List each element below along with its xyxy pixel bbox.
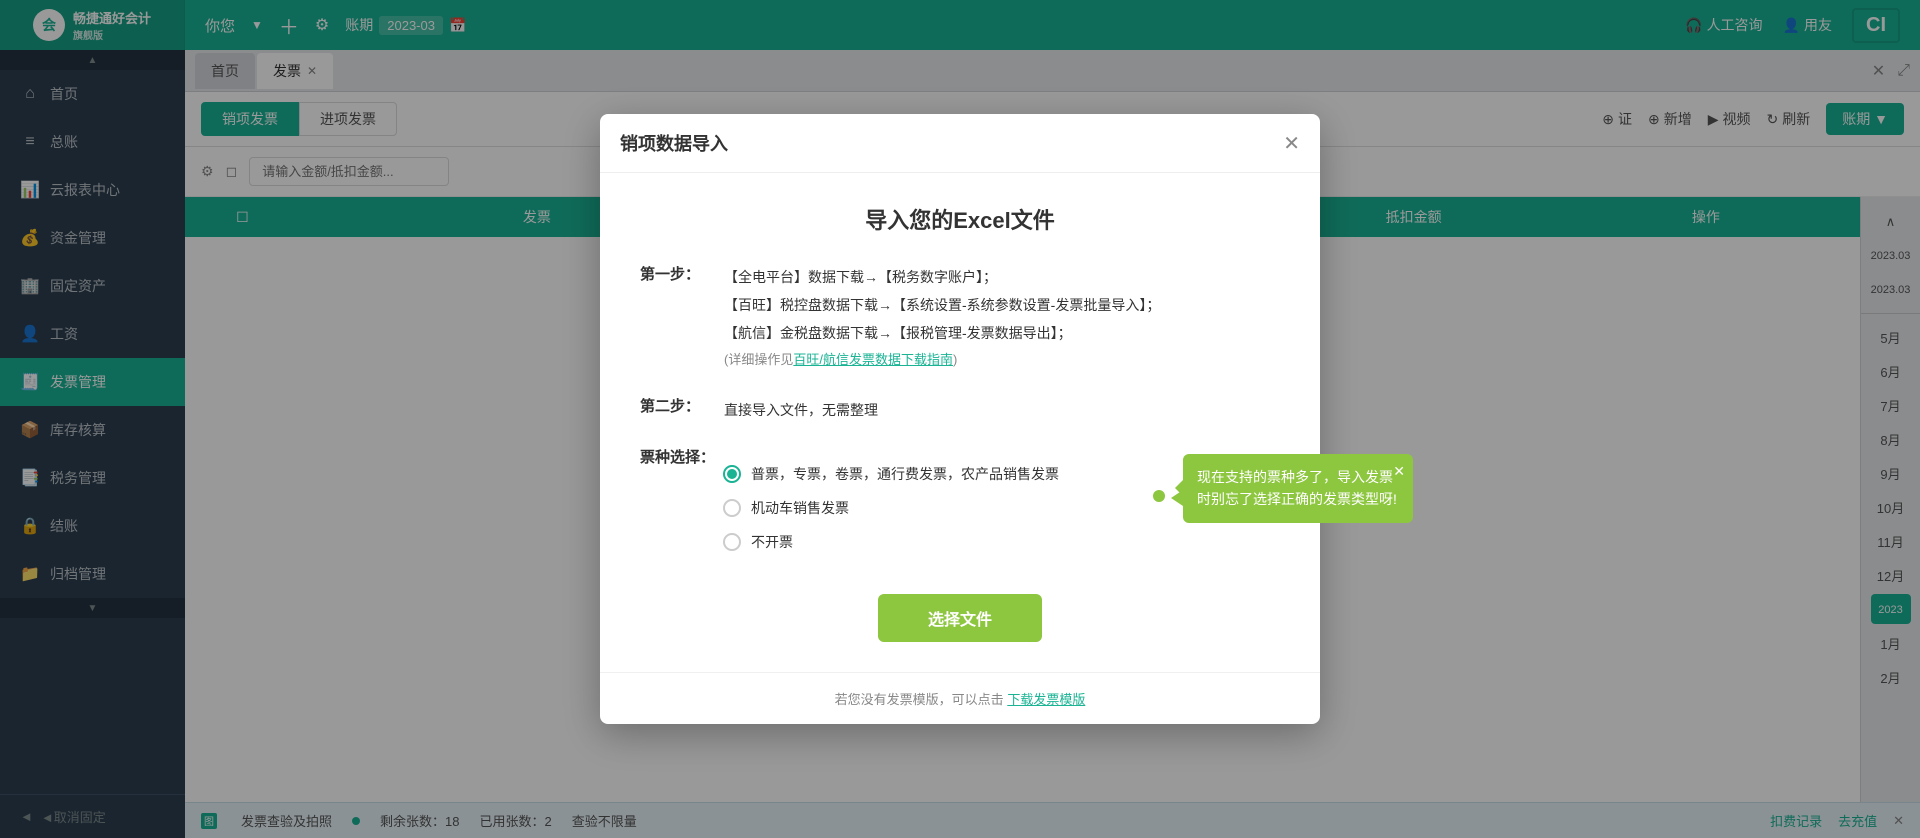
modal-title: 销项数据导入 <box>620 130 728 156</box>
radio-item-2[interactable]: 机动车销售发票 <box>723 498 1059 518</box>
step1-label: 第一步： <box>640 263 700 284</box>
modal-main-title: 导入您的Excel文件 <box>640 203 1280 235</box>
ticket-label: 票种选择： <box>640 446 715 467</box>
tooltip-bubble: ✕ 现在支持的票种多了，导入发票时别忘了选择正确的发票类型呀! <box>1183 454 1413 523</box>
ticket-radio-group: 普票，专票，卷票，通行费发票，农产品销售发票 机动车销售发票 不开票 ✕ <box>723 464 1059 552</box>
modal-header: 销项数据导入 ✕ <box>600 114 1320 173</box>
modal-body: 导入您的Excel文件 第一步： 【全电平台】数据下载→【税务数字账户】； 【百… <box>600 173 1320 672</box>
step1-line2: 【百旺】税控盘数据下载→【系统设置-系统参数设置-发票批量导入】； <box>724 291 1160 319</box>
download-template-link[interactable]: 下载发票模版 <box>1007 692 1085 707</box>
step1-line1: 【全电平台】数据下载→【税务数字账户】； <box>724 263 1160 291</box>
step1-link[interactable]: 百旺/航信发票数据下载指南 <box>793 352 953 367</box>
modal-footer: 若您没有发票模版，可以点击 下载发票模版 <box>600 672 1320 724</box>
tooltip-text: 现在支持的票种多了，导入发票时别忘了选择正确的发票类型呀! <box>1197 469 1397 507</box>
step1-note: (详细操作见百旺/航信发票数据下载指南) <box>724 347 1160 373</box>
radio-item-3[interactable]: 不开票 <box>723 532 1059 552</box>
radio-label-2: 机动车销售发票 <box>751 498 849 518</box>
tooltip-dot <box>1153 490 1165 502</box>
step1-line3: 【航信】金税盘数据下载→【报税管理-发票数据导出】； <box>724 319 1160 347</box>
import-modal: 销项数据导入 ✕ 导入您的Excel文件 第一步： 【全电平台】数据下载→【税务… <box>600 114 1320 724</box>
radio-label-1: 普票，专票，卷票，通行费发票，农产品销售发票 <box>751 464 1059 484</box>
step1-content: 【全电平台】数据下载→【税务数字账户】； 【百旺】税控盘数据下载→【系统设置-系… <box>708 263 1160 373</box>
modal-close-button[interactable]: ✕ <box>1283 131 1300 156</box>
radio-item-1[interactable]: 普票，专票，卷票，通行费发票，农产品销售发票 <box>723 464 1059 484</box>
radio-circle-2[interactable] <box>723 499 741 517</box>
footer-text: 若您没有发票模版，可以点击 <box>835 692 1004 707</box>
select-file-button[interactable]: 选择文件 <box>878 594 1042 642</box>
radio-label-3: 不开票 <box>751 532 793 552</box>
radio-circle-1[interactable] <box>723 465 741 483</box>
radio-circle-3[interactable] <box>723 533 741 551</box>
tooltip-close-button[interactable]: ✕ <box>1393 460 1405 482</box>
step2-block: 第二步： 直接导入文件，无需整理 <box>640 395 1280 424</box>
step1-block: 第一步： 【全电平台】数据下载→【税务数字账户】； 【百旺】税控盘数据下载→【系… <box>640 263 1280 373</box>
step2-content: 直接导入文件，无需整理 <box>708 396 878 424</box>
step2-label: 第二步： <box>640 395 700 416</box>
modal-overlay: 销项数据导入 ✕ 导入您的Excel文件 第一步： 【全电平台】数据下载→【税务… <box>0 0 1920 838</box>
